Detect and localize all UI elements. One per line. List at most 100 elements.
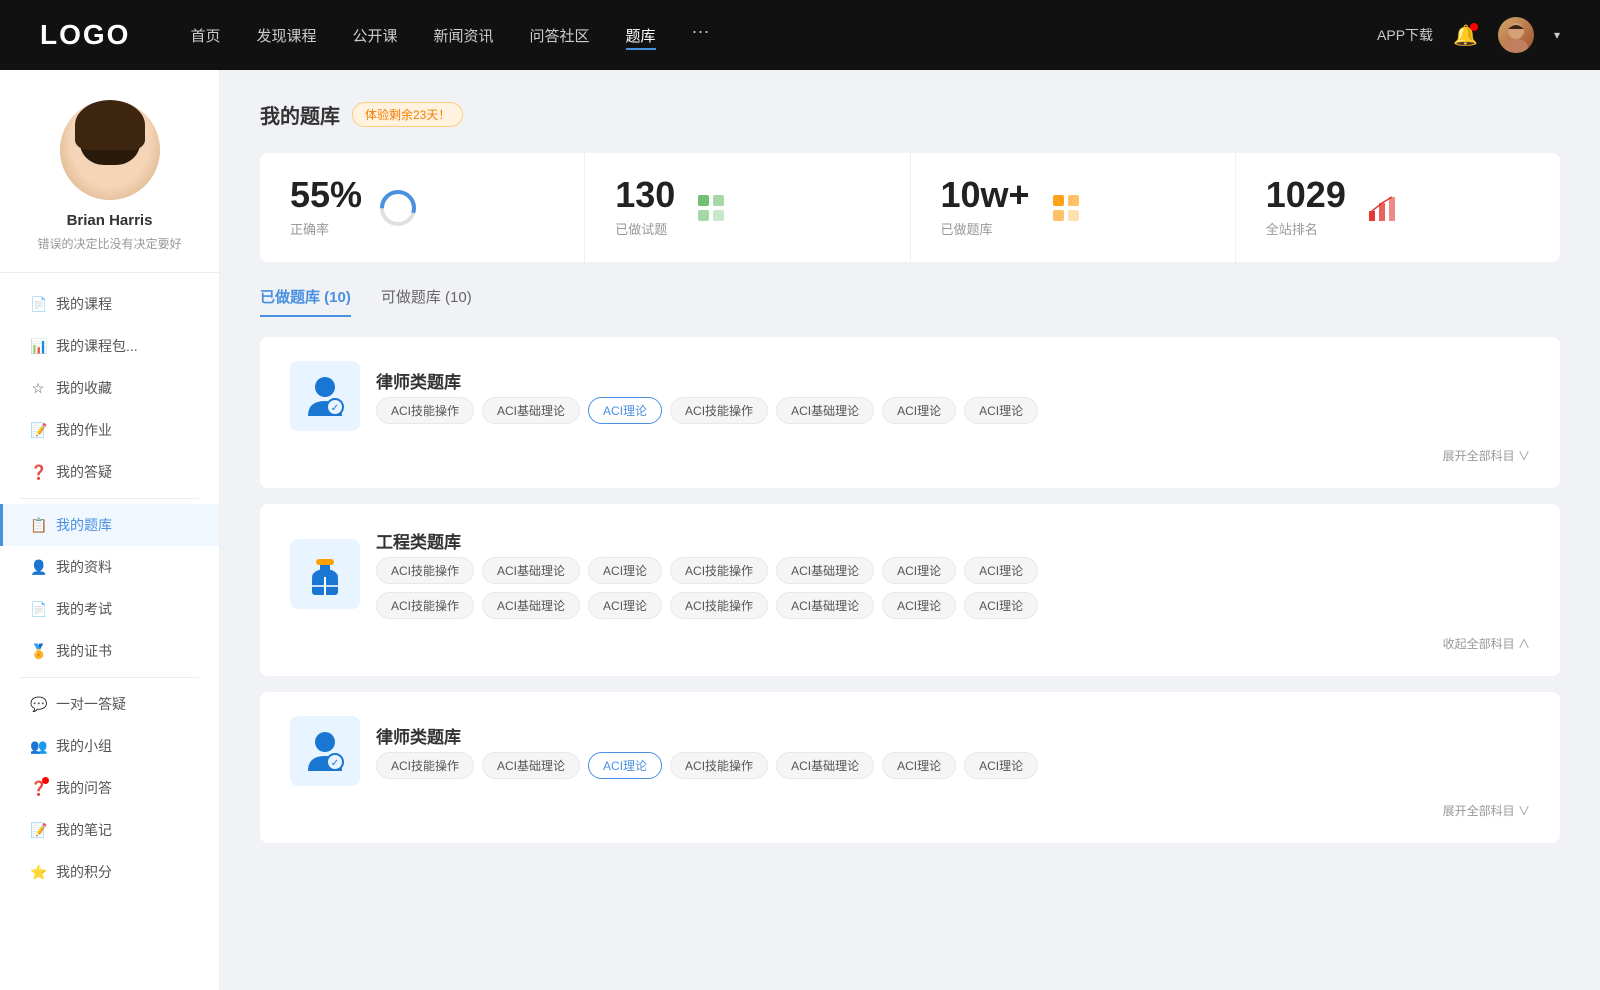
stat-done-banks: 10w+ 已做题库 (911, 153, 1236, 262)
bank-card-title: 律师类题库 (376, 723, 1038, 748)
points-icon: ⭐ (30, 864, 46, 881)
bank-tag[interactable]: ACI理论 (964, 592, 1038, 619)
bank-tag[interactable]: ACI理论 (588, 557, 662, 584)
bank-tag-highlighted[interactable]: ACI理论 (588, 752, 662, 779)
bank-tag[interactable]: ACI基础理论 (482, 592, 580, 619)
sidebar-menu: 📄 我的课程 📊 我的课程包... ☆ 我的收藏 📝 我的作业 ❓ 我的答疑 � (0, 273, 219, 903)
done-questions-value: 130 (615, 177, 675, 213)
collapse-button[interactable]: 收起全部科目 ∧ (290, 635, 1530, 652)
bank-card-lawyer-2: ✓ 律师类题库 ACI技能操作 ACI基础理论 ACI理论 ACI技能操作 AC… (260, 692, 1560, 843)
sidebar-item-label: 我的问答 (56, 778, 112, 798)
app-download-link[interactable]: APP下载 (1377, 25, 1433, 45)
sidebar-item-notes[interactable]: 📝 我的笔记 (0, 809, 219, 851)
bank-tag[interactable]: ACI基础理论 (776, 557, 874, 584)
nav-qa[interactable]: 问答社区 (530, 21, 590, 50)
navbar-right: APP下载 🔔 ▾ (1377, 17, 1560, 53)
bank-tag[interactable]: ACI理论 (964, 752, 1038, 779)
bank-tag[interactable]: ACI基础理论 (776, 752, 874, 779)
bank-list: ✓ 律师类题库 ACI技能操作 ACI基础理论 ACI理论 ACI技能操作 AC… (260, 337, 1560, 843)
questions-icon (691, 188, 731, 228)
trial-badge: 体验剩余23天！ (352, 102, 463, 127)
bank-tag[interactable]: ACI理论 (882, 592, 956, 619)
bank-tag[interactable]: ACI理论 (964, 397, 1038, 424)
notification-dot (1470, 23, 1478, 31)
tabs-bar: 已做题库 (10) 可做题库 (10) (260, 286, 1560, 317)
sidebar-item-points[interactable]: ⭐ 我的积分 (0, 851, 219, 893)
main-layout: Brian Harris 错误的决定比没有决定要好 📄 我的课程 📊 我的课程包… (0, 70, 1600, 990)
bank-tag[interactable]: ACI技能操作 (670, 557, 768, 584)
bank-tag[interactable]: ACI基础理论 (482, 557, 580, 584)
sidebar-item-my-qa[interactable]: ❓ 我的问答 (0, 767, 219, 809)
exam-icon: 📄 (30, 601, 46, 618)
sidebar-item-certificate[interactable]: 🏅 我的证书 (0, 630, 219, 672)
bank-tag[interactable]: ACI技能操作 (376, 557, 474, 584)
expand-button[interactable]: 展开全部科目 ∨ (290, 447, 1530, 464)
bank-tag[interactable]: ACI理论 (882, 752, 956, 779)
bank-tag[interactable]: ACI技能操作 (670, 397, 768, 424)
bank-tag[interactable]: ACI基础理论 (776, 592, 874, 619)
bank-tag[interactable]: ACI技能操作 (376, 752, 474, 779)
nav-public-course[interactable]: 公开课 (352, 21, 397, 50)
bank-tag[interactable]: ACI技能操作 (376, 592, 474, 619)
ranking-label: 全站排名 (1266, 219, 1346, 238)
nav-discover[interactable]: 发现课程 (256, 21, 316, 50)
bank-tag[interactable]: ACI技能操作 (376, 397, 474, 424)
nav-home[interactable]: 首页 (190, 21, 220, 50)
notification-bell[interactable]: 🔔 (1453, 23, 1478, 48)
svg-text:✓: ✓ (331, 403, 339, 414)
sidebar-item-qa[interactable]: ❓ 我的答疑 (0, 451, 219, 493)
bank-card-tags: ACI技能操作 ACI基础理论 ACI理论 ACI技能操作 ACI基础理论 AC… (376, 397, 1038, 424)
bank-tag[interactable]: ACI理论 (882, 397, 956, 424)
accuracy-icon (378, 188, 418, 228)
sidebar-item-label: 我的作业 (56, 420, 112, 440)
tab-done[interactable]: 已做题库 (10) (260, 286, 351, 317)
sidebar-item-label: 我的笔记 (56, 820, 112, 840)
stat-done-questions: 130 已做试题 (585, 153, 910, 262)
expand-button-2[interactable]: 展开全部科目 ∨ (290, 802, 1530, 819)
stats-bar: 55% 正确率 130 已做试题 (260, 153, 1560, 262)
sidebar-item-homework[interactable]: 📝 我的作业 (0, 409, 219, 451)
bank-tag-highlighted[interactable]: ACI理论 (588, 397, 662, 424)
bank-card-title-area: 律师类题库 ACI技能操作 ACI基础理论 ACI理论 ACI技能操作 ACI基… (376, 723, 1038, 779)
nav-question-bank[interactable]: 题库 (626, 21, 656, 50)
bank-tag[interactable]: ACI理论 (588, 592, 662, 619)
bank-tag[interactable]: ACI技能操作 (670, 752, 768, 779)
nav-more[interactable]: ··· (692, 21, 710, 50)
sidebar-item-label: 我的课程 (56, 294, 112, 314)
sidebar-item-label: 我的证书 (56, 641, 112, 661)
tab-available[interactable]: 可做题库 (10) (381, 286, 472, 317)
bank-card-title-area: 律师类题库 ACI技能操作 ACI基础理论 ACI理论 ACI技能操作 ACI基… (376, 368, 1038, 424)
user-avatar[interactable] (1498, 17, 1534, 53)
sidebar-item-favorites[interactable]: ☆ 我的收藏 (0, 367, 219, 409)
bank-card-title: 律师类题库 (376, 368, 1038, 393)
sidebar-item-label: 我的积分 (56, 862, 112, 882)
group-icon: 👥 (30, 738, 46, 755)
nav-news[interactable]: 新闻资讯 (434, 21, 494, 50)
bank-card-header: ✓ 律师类题库 ACI技能操作 ACI基础理论 ACI理论 ACI技能操作 AC… (290, 361, 1530, 431)
sidebar-item-one-on-one[interactable]: 💬 一对一答疑 (0, 683, 219, 725)
sidebar-item-exam[interactable]: 📄 我的考试 (0, 588, 219, 630)
sidebar-item-question-bank[interactable]: 📋 我的题库 (0, 504, 219, 546)
bank-tag[interactable]: ACI技能操作 (670, 592, 768, 619)
bank-tag[interactable]: ACI基础理论 (482, 397, 580, 424)
homework-icon: 📝 (30, 422, 46, 439)
avatar-dropdown-icon[interactable]: ▾ (1554, 28, 1560, 42)
profile-portrait (60, 100, 160, 200)
question-icon: ❓ (30, 464, 46, 481)
sidebar-item-profile[interactable]: 👤 我的资料 (0, 546, 219, 588)
bank-tag[interactable]: ACI基础理论 (776, 397, 874, 424)
bank-tag[interactable]: ACI理论 (882, 557, 956, 584)
stat-ranking: 1029 全站排名 (1236, 153, 1560, 262)
sidebar-item-course-packages[interactable]: 📊 我的课程包... (0, 325, 219, 367)
sidebar-item-group[interactable]: 👥 我的小组 (0, 725, 219, 767)
bank-card-title-area: 工程类题库 ACI技能操作 ACI基础理论 ACI理论 ACI技能操作 ACI基… (376, 528, 1530, 619)
bank-card-title: 工程类题库 (376, 528, 1530, 553)
chat-icon: 💬 (30, 696, 46, 713)
done-banks-value: 10w+ (941, 177, 1030, 213)
sidebar-profile: Brian Harris 错误的决定比没有决定要好 (0, 100, 219, 273)
bank-tag[interactable]: ACI基础理论 (482, 752, 580, 779)
notes-icon: 📝 (30, 822, 46, 839)
sidebar-item-my-courses[interactable]: 📄 我的课程 (0, 283, 219, 325)
bank-tag[interactable]: ACI理论 (964, 557, 1038, 584)
navbar-nav: 首页 发现课程 公开课 新闻资讯 问答社区 题库 ··· (190, 21, 1377, 50)
